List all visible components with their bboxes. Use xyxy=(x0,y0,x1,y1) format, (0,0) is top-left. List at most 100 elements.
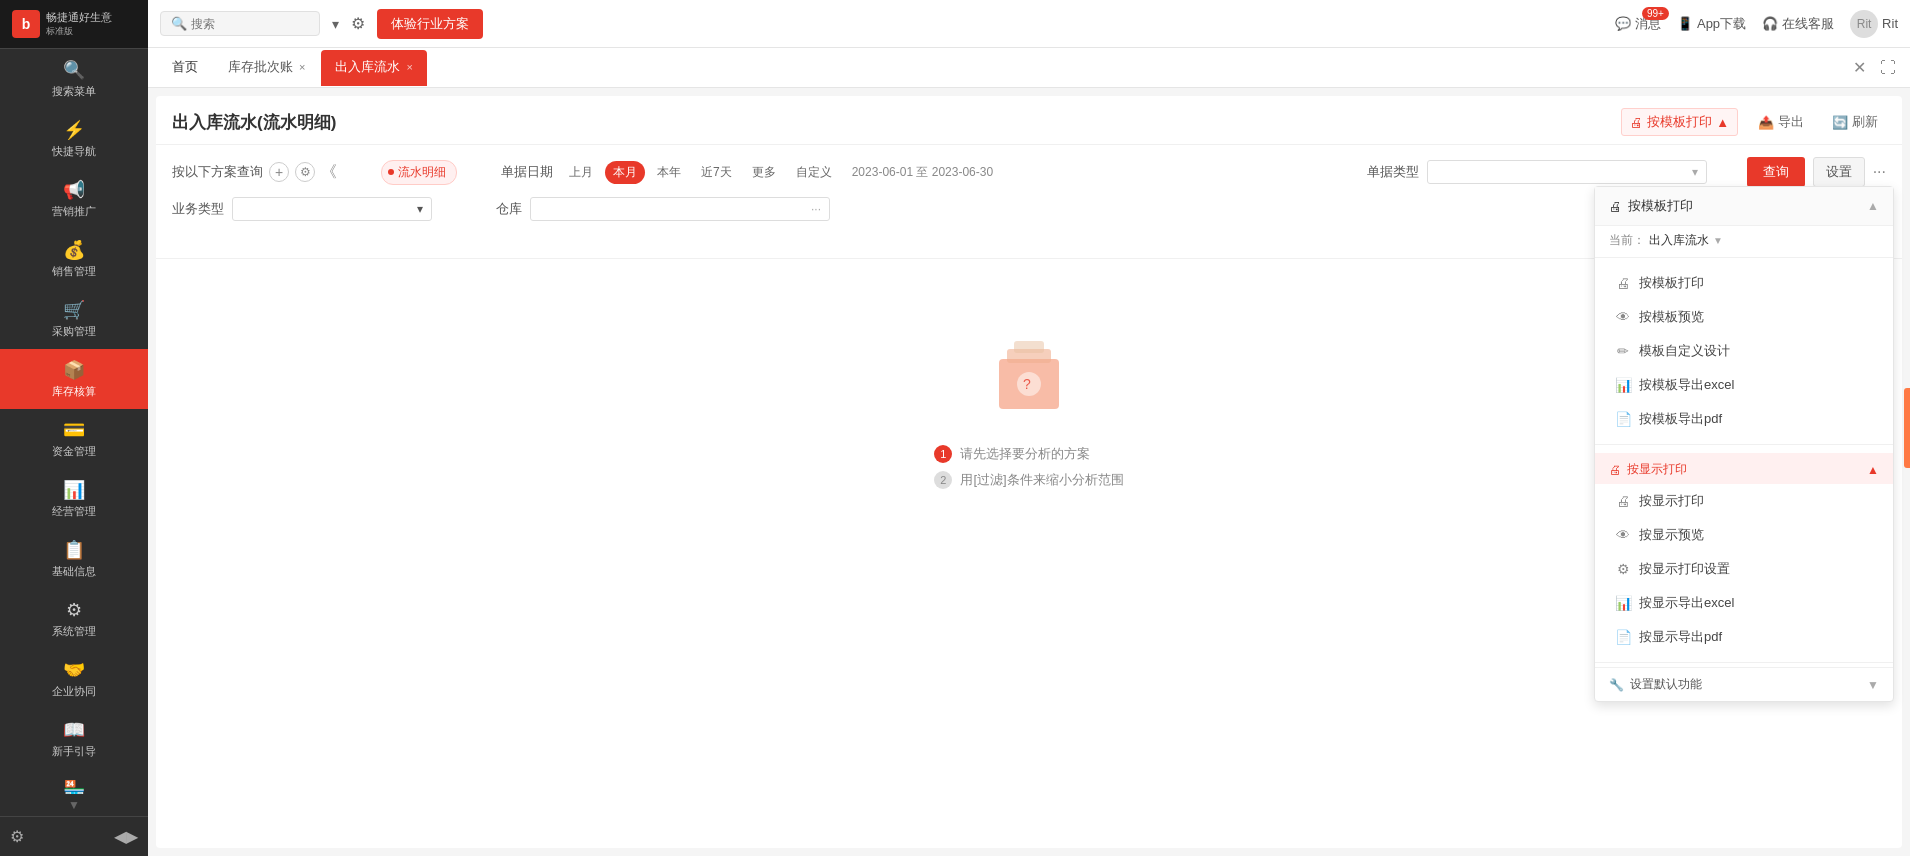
sidebar-item-quicknav[interactable]: ⚡ 快捷导航 xyxy=(0,109,148,169)
sidebar-item-inventory[interactable]: 📦 库存核算 xyxy=(0,349,148,409)
topbar-dropdown-arrow[interactable]: ▾ xyxy=(328,16,343,32)
tabs-bar: 首页 库存批次账 × 出入库流水 × ✕ ⛶ xyxy=(148,48,1910,88)
date-tab-this-month[interactable]: 本月 xyxy=(605,161,645,184)
warehouse-more-icon[interactable]: ··· xyxy=(811,202,821,216)
system-icon: ⚙ xyxy=(66,599,82,621)
inventory-icon: 📦 xyxy=(63,359,85,381)
print-arrow-up-icon: ▲ xyxy=(1716,115,1729,130)
business-type-input[interactable]: ▾ xyxy=(232,197,432,221)
date-tab-last-month[interactable]: 上月 xyxy=(561,161,601,184)
message-btn[interactable]: 💬 消息 99+ xyxy=(1615,15,1661,33)
sidebar-item-sales[interactable]: 💰 销售管理 xyxy=(0,229,148,289)
app-logo-icon: b xyxy=(12,10,40,38)
display-print-icon: 🖨 xyxy=(1609,463,1621,477)
display-settings-item[interactable]: ⚙ 按显示打印设置 xyxy=(1595,552,1893,586)
side-orange-bar xyxy=(1904,388,1910,468)
date-tab-custom[interactable]: 自定义 xyxy=(788,161,840,184)
date-tab-more[interactable]: 更多 xyxy=(744,161,784,184)
solution-button[interactable]: 体验行业方案 xyxy=(377,9,483,39)
set-default-btn[interactable]: 🔧 设置默认功能 xyxy=(1609,676,1702,693)
filter-dot xyxy=(388,169,394,175)
step-2-num: 2 xyxy=(934,471,952,489)
warehouse-input[interactable]: ··· xyxy=(530,197,830,221)
display-settings-icon: ⚙ xyxy=(1615,561,1631,577)
template-print-item[interactable]: 🖨 按模板打印 xyxy=(1595,266,1893,300)
date-range-label: 2023-06-01 至 2023-06-30 xyxy=(852,164,993,181)
template-preview-item[interactable]: 👁 按模板预览 xyxy=(1595,300,1893,334)
display-pdf-item[interactable]: 📄 按显示导出pdf xyxy=(1595,620,1893,654)
display-excel-item[interactable]: 📊 按显示导出excel xyxy=(1595,586,1893,620)
svg-text:?: ? xyxy=(1023,376,1031,392)
tab-flow-close[interactable]: × xyxy=(406,61,412,73)
export-btn[interactable]: 📤 导出 xyxy=(1750,109,1812,135)
sidebar-item-operations[interactable]: 📊 经营管理 xyxy=(0,469,148,529)
excel-icon: 📊 xyxy=(1615,377,1631,393)
page-content: 出入库流水(流水明细) 🖨 按模板打印 ▲ 📤 导出 🔄 xyxy=(148,88,1910,856)
settings-button[interactable]: 设置 xyxy=(1813,157,1865,187)
tab-flow[interactable]: 出入库流水 × xyxy=(321,50,426,86)
display-excel-icon: 📊 xyxy=(1615,595,1631,611)
warehouse-field: 仓库 ··· xyxy=(496,197,830,221)
sidebar-scroll-down[interactable]: ▼ xyxy=(0,794,148,816)
print-template-btn[interactable]: 🖨 按模板打印 ▲ xyxy=(1621,108,1738,136)
sidebar-item-collab[interactable]: 🤝 企业协同 xyxy=(0,649,148,709)
page-title: 出入库流水(流水明细) xyxy=(172,111,336,134)
tab-maximize-btn[interactable]: ⛶ xyxy=(1876,54,1900,81)
more-button[interactable]: ··· xyxy=(1873,157,1886,187)
topbar-right-area: 💬 消息 99+ 📱 App下载 🎧 在线客服 Rit Rit xyxy=(1615,10,1898,38)
sidebar-item-purchase[interactable]: 🛒 采购管理 xyxy=(0,289,148,349)
tab-batch[interactable]: 库存批次账 × xyxy=(214,50,319,86)
display-preview-item[interactable]: 👁 按显示预览 xyxy=(1595,518,1893,552)
export-icon: 📤 xyxy=(1758,115,1774,130)
doctype-select[interactable]: ▾ xyxy=(1427,160,1707,184)
template-custom-item[interactable]: ✏ 模板自定义设计 xyxy=(1595,334,1893,368)
dropdown-panel-collapse-icon[interactable]: ▲ xyxy=(1867,199,1879,213)
sidebar-item-guide[interactable]: 📖 新手引导 xyxy=(0,709,148,769)
sidebar-item-system[interactable]: ⚙ 系统管理 xyxy=(0,589,148,649)
tab-close-all-btn[interactable]: ✕ xyxy=(1849,54,1870,81)
business-type-arrow: ▾ xyxy=(417,202,423,216)
query-button[interactable]: 查询 xyxy=(1747,157,1805,187)
display-print-item[interactable]: 🖨 按显示打印 xyxy=(1595,484,1893,518)
filter-row-1: 按以下方案查询 + ⚙ 《 流水明细 xyxy=(172,157,1886,187)
sidebar-settings-btn[interactable]: ⚙ xyxy=(10,827,24,846)
filter-label: 按以下方案查询 xyxy=(172,163,263,181)
date-tab-this-year[interactable]: 本年 xyxy=(649,161,689,184)
template-pdf-item[interactable]: 📄 按模板导出pdf xyxy=(1595,402,1893,436)
topbar-settings-icon[interactable]: ⚙ xyxy=(351,14,365,33)
user-avatar-btn[interactable]: Rit Rit xyxy=(1850,10,1898,38)
customer-service-btn[interactable]: 🎧 在线客服 xyxy=(1762,15,1834,33)
sidebar-item-finance[interactable]: 💳 资金管理 xyxy=(0,409,148,469)
dropdown-divider-2 xyxy=(1595,444,1893,445)
preview-icon: 👁 xyxy=(1615,309,1631,325)
appstore-icon: 🏪 xyxy=(63,779,85,794)
search-icon: 🔍 xyxy=(63,59,85,81)
app-download-btn[interactable]: 📱 App下载 xyxy=(1677,15,1746,33)
svg-rect-2 xyxy=(1014,341,1044,353)
sidebar-collapse-btn[interactable]: ◀▶ xyxy=(114,827,138,846)
footer-dropdown-arrow[interactable]: ▼ xyxy=(1867,678,1879,692)
sidebar-item-appstore[interactable]: 🏪 应用中心 xyxy=(0,769,148,794)
tab-home[interactable]: 首页 xyxy=(158,50,212,86)
sidebar-item-marketing[interactable]: 📢 营销推广 xyxy=(0,169,148,229)
dropdown-footer[interactable]: 🔧 设置默认功能 ▼ xyxy=(1595,667,1893,701)
doctype-dropdown-arrow: ▾ xyxy=(1692,165,1698,179)
filter-add-btn[interactable]: + xyxy=(269,162,289,182)
refresh-btn[interactable]: 🔄 刷新 xyxy=(1824,109,1886,135)
tab-batch-close[interactable]: × xyxy=(299,61,305,73)
finance-icon: 💳 xyxy=(63,419,85,441)
search-input[interactable] xyxy=(191,17,291,31)
date-tab-last-7[interactable]: 近7天 xyxy=(693,161,740,184)
topbar-search-box[interactable]: 🔍 xyxy=(160,11,320,36)
active-filter-tag[interactable]: 流水明细 xyxy=(381,160,457,185)
filter-collapse-arrows-btn[interactable]: 《 xyxy=(321,162,337,183)
sidebar-item-basics[interactable]: 📋 基础信息 xyxy=(0,529,148,589)
printer-panel-icon: 🖨 xyxy=(1609,199,1622,214)
topbar-search-icon: 🔍 xyxy=(171,16,187,31)
current-indicator: 当前： 出入库流水 ▼ xyxy=(1595,226,1893,253)
filter-settings-btn[interactable]: ⚙ xyxy=(295,162,315,182)
display-section-collapse-icon[interactable]: ▲ xyxy=(1867,463,1879,477)
template-excel-item[interactable]: 📊 按模板导出excel xyxy=(1595,368,1893,402)
current-dropdown-arrow[interactable]: ▼ xyxy=(1713,235,1723,246)
sidebar-item-search[interactable]: 🔍 搜索菜单 xyxy=(0,49,148,109)
